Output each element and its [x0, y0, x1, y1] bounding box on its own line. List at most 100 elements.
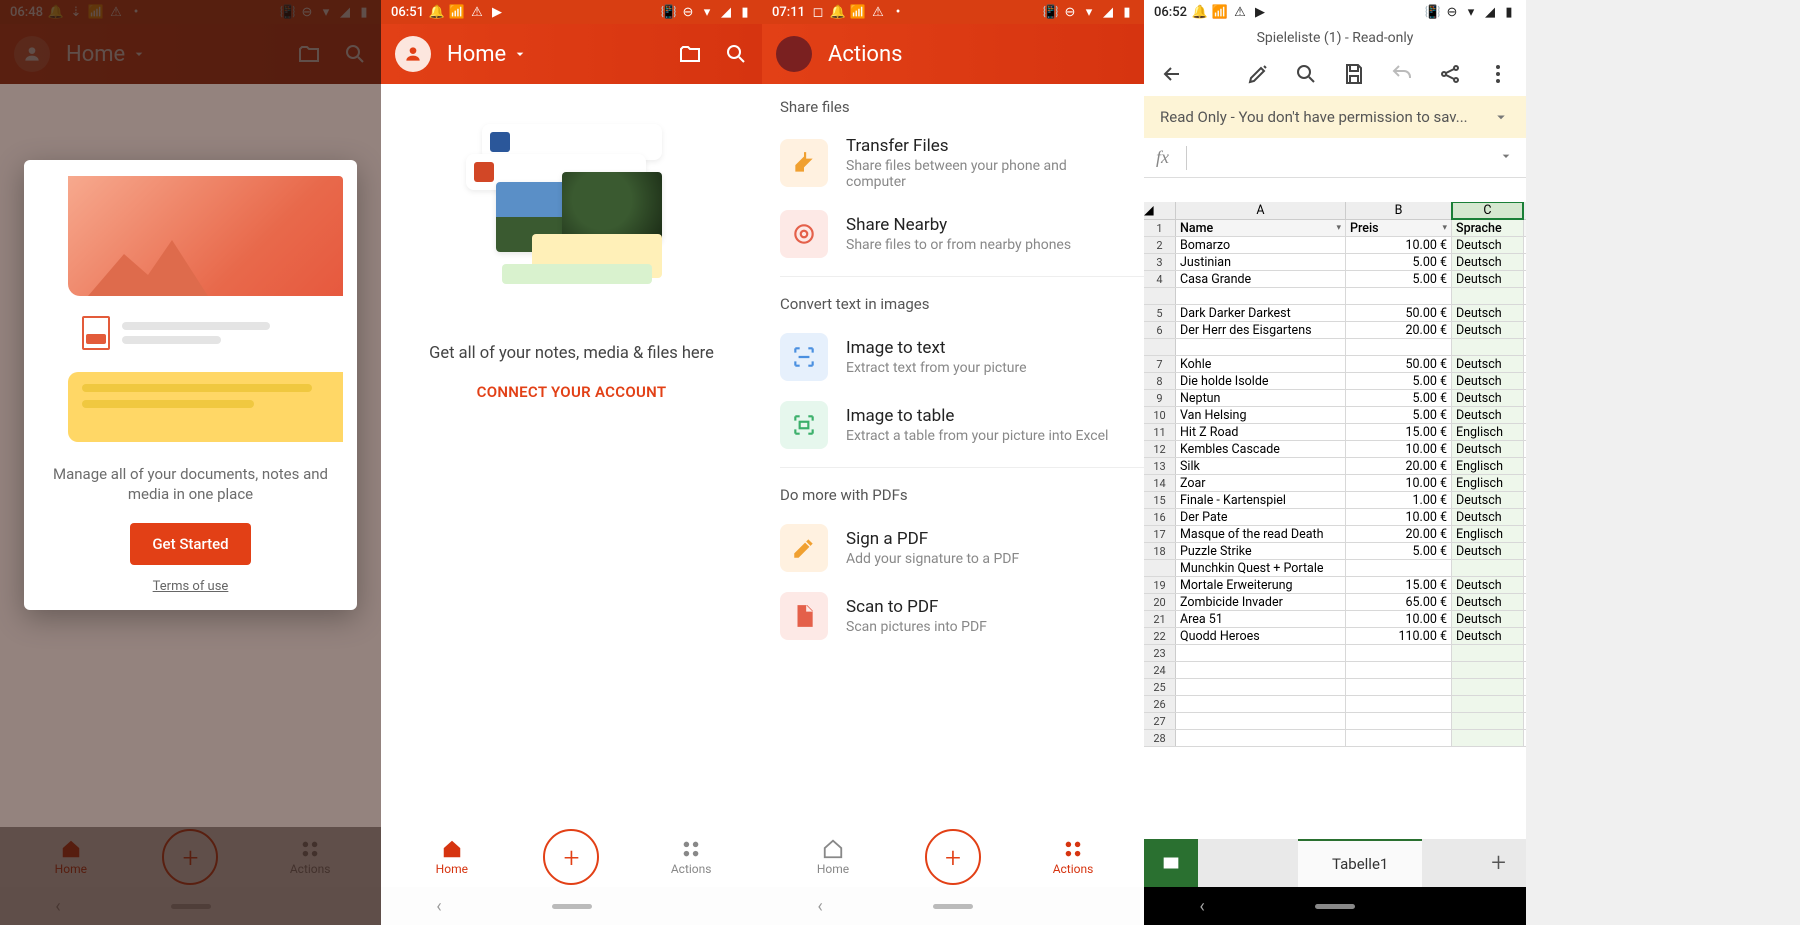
pen-sparkle-icon[interactable] — [1246, 62, 1270, 86]
cell[interactable]: Sprache — [1452, 220, 1524, 236]
row-header[interactable] — [1144, 339, 1176, 355]
row-header[interactable]: 13 — [1144, 458, 1176, 474]
col-header-b[interactable]: B — [1346, 202, 1452, 219]
add-sheet-button[interactable]: + — [1491, 848, 1506, 878]
action-image-to-text[interactable]: Image to textExtract text from your pict… — [762, 323, 1144, 391]
cell[interactable]: Deutsch — [1452, 543, 1524, 559]
page-title[interactable]: Home — [447, 42, 678, 67]
cell[interactable] — [1346, 339, 1452, 355]
tab-home[interactable]: Home — [783, 838, 883, 876]
cell[interactable] — [1452, 679, 1524, 695]
cell[interactable]: Deutsch — [1452, 407, 1524, 423]
col-header-a[interactable]: A — [1176, 202, 1346, 219]
cell[interactable]: Deutsch — [1452, 611, 1524, 627]
action-sign-pdf[interactable]: Sign a PDFAdd your signature to a PDF — [762, 514, 1144, 582]
row-header[interactable]: 12 — [1144, 441, 1176, 457]
cell[interactable] — [1176, 645, 1346, 661]
cell[interactable]: Silk — [1176, 458, 1346, 474]
terms-link[interactable]: Terms of use — [38, 579, 343, 594]
cell[interactable]: Zombicide Invader — [1176, 594, 1346, 610]
row-header[interactable]: 19 — [1144, 577, 1176, 593]
cell[interactable]: 5.00 € — [1346, 543, 1452, 559]
cell[interactable]: 15.00 € — [1346, 577, 1452, 593]
tab-actions[interactable]: Actions — [1023, 838, 1123, 876]
cell[interactable] — [1346, 679, 1452, 695]
cell[interactable]: Van Helsing — [1176, 407, 1346, 423]
cell[interactable]: Die holde Isolde — [1176, 373, 1346, 389]
cell[interactable]: Englisch — [1452, 526, 1524, 542]
cell[interactable]: 5.00 € — [1346, 373, 1452, 389]
cell[interactable]: Englisch — [1452, 475, 1524, 491]
cell[interactable] — [1452, 662, 1524, 678]
more-icon[interactable] — [1486, 62, 1510, 86]
action-transfer-files[interactable]: Transfer FilesShare files between your p… — [762, 126, 1144, 200]
undo-icon[interactable] — [1390, 62, 1414, 86]
cell[interactable] — [1346, 696, 1452, 712]
filter-icon[interactable]: ▾ — [1336, 220, 1341, 236]
cell[interactable]: Deutsch — [1452, 237, 1524, 253]
readonly-banner[interactable]: Read Only - You don't have permission to… — [1144, 96, 1526, 138]
back-key[interactable]: ‹ — [1199, 896, 1204, 917]
cell[interactable]: Kohle — [1176, 356, 1346, 372]
cell[interactable] — [1176, 662, 1346, 678]
action-share-nearby[interactable]: Share NearbyShare files to or from nearb… — [762, 200, 1144, 268]
cell[interactable] — [1452, 339, 1524, 355]
sheet-tab[interactable]: Tabelle1 — [1298, 839, 1422, 887]
cell[interactable] — [1176, 696, 1346, 712]
row-header[interactable]: 1 — [1144, 220, 1176, 236]
row-header[interactable]: 21 — [1144, 611, 1176, 627]
cell[interactable] — [1452, 713, 1524, 729]
cell[interactable]: Mortale Erweiterung — [1176, 577, 1346, 593]
cell[interactable]: Deutsch — [1452, 628, 1524, 644]
row-header[interactable]: 20 — [1144, 594, 1176, 610]
cell[interactable] — [1346, 288, 1452, 304]
cell[interactable]: Justinian — [1176, 254, 1346, 270]
cell[interactable]: 20.00 € — [1346, 458, 1452, 474]
cell[interactable]: Hit Z Road — [1176, 424, 1346, 440]
cell[interactable]: Deutsch — [1452, 577, 1524, 593]
cell[interactable] — [1176, 730, 1346, 746]
cell[interactable]: Deutsch — [1452, 441, 1524, 457]
filter-icon[interactable]: ▾ — [1442, 220, 1447, 236]
avatar[interactable] — [776, 36, 812, 72]
row-header[interactable]: 23 — [1144, 645, 1176, 661]
cell[interactable]: Name▾ — [1176, 220, 1346, 236]
formula-bar[interactable]: fx — [1144, 138, 1526, 178]
cell[interactable]: Deutsch — [1452, 390, 1524, 406]
row-header[interactable]: 2 — [1144, 237, 1176, 253]
row-header[interactable]: 16 — [1144, 509, 1176, 525]
cell[interactable]: Englisch — [1452, 424, 1524, 440]
recent-key[interactable] — [1466, 896, 1470, 917]
row-header[interactable]: 28 — [1144, 730, 1176, 746]
tab-actions[interactable]: Actions — [641, 838, 741, 876]
search-icon[interactable] — [1294, 62, 1318, 86]
row-header[interactable]: 24 — [1144, 662, 1176, 678]
cell[interactable]: Deutsch — [1452, 509, 1524, 525]
cell[interactable]: 5.00 € — [1346, 254, 1452, 270]
cell[interactable] — [1346, 560, 1452, 576]
cell[interactable] — [1346, 662, 1452, 678]
cell[interactable]: 10.00 € — [1346, 611, 1452, 627]
cell[interactable]: 20.00 € — [1346, 526, 1452, 542]
cell[interactable]: Zoar — [1176, 475, 1346, 491]
cell[interactable]: 65.00 € — [1346, 594, 1452, 610]
expand-icon[interactable] — [1498, 148, 1514, 168]
cell[interactable]: Der Pate — [1176, 509, 1346, 525]
row-header[interactable]: 3 — [1144, 254, 1176, 270]
row-header[interactable]: 26 — [1144, 696, 1176, 712]
row-header[interactable] — [1144, 288, 1176, 304]
cell[interactable]: Deutsch — [1452, 492, 1524, 508]
cell[interactable]: 10.00 € — [1346, 475, 1452, 491]
cell[interactable]: 5.00 € — [1346, 390, 1452, 406]
row-header[interactable]: 14 — [1144, 475, 1176, 491]
cell[interactable]: Kembles Cascade — [1176, 441, 1346, 457]
cell[interactable]: Deutsch — [1452, 594, 1524, 610]
cell[interactable]: Englisch — [1452, 458, 1524, 474]
folder-icon[interactable] — [678, 42, 702, 66]
col-header-c[interactable]: C — [1452, 202, 1524, 219]
row-header[interactable]: 18 — [1144, 543, 1176, 559]
cell[interactable]: Casa Grande — [1176, 271, 1346, 287]
cell[interactable]: Deutsch — [1452, 373, 1524, 389]
cell[interactable] — [1176, 679, 1346, 695]
get-started-button[interactable]: Get Started — [130, 523, 250, 565]
